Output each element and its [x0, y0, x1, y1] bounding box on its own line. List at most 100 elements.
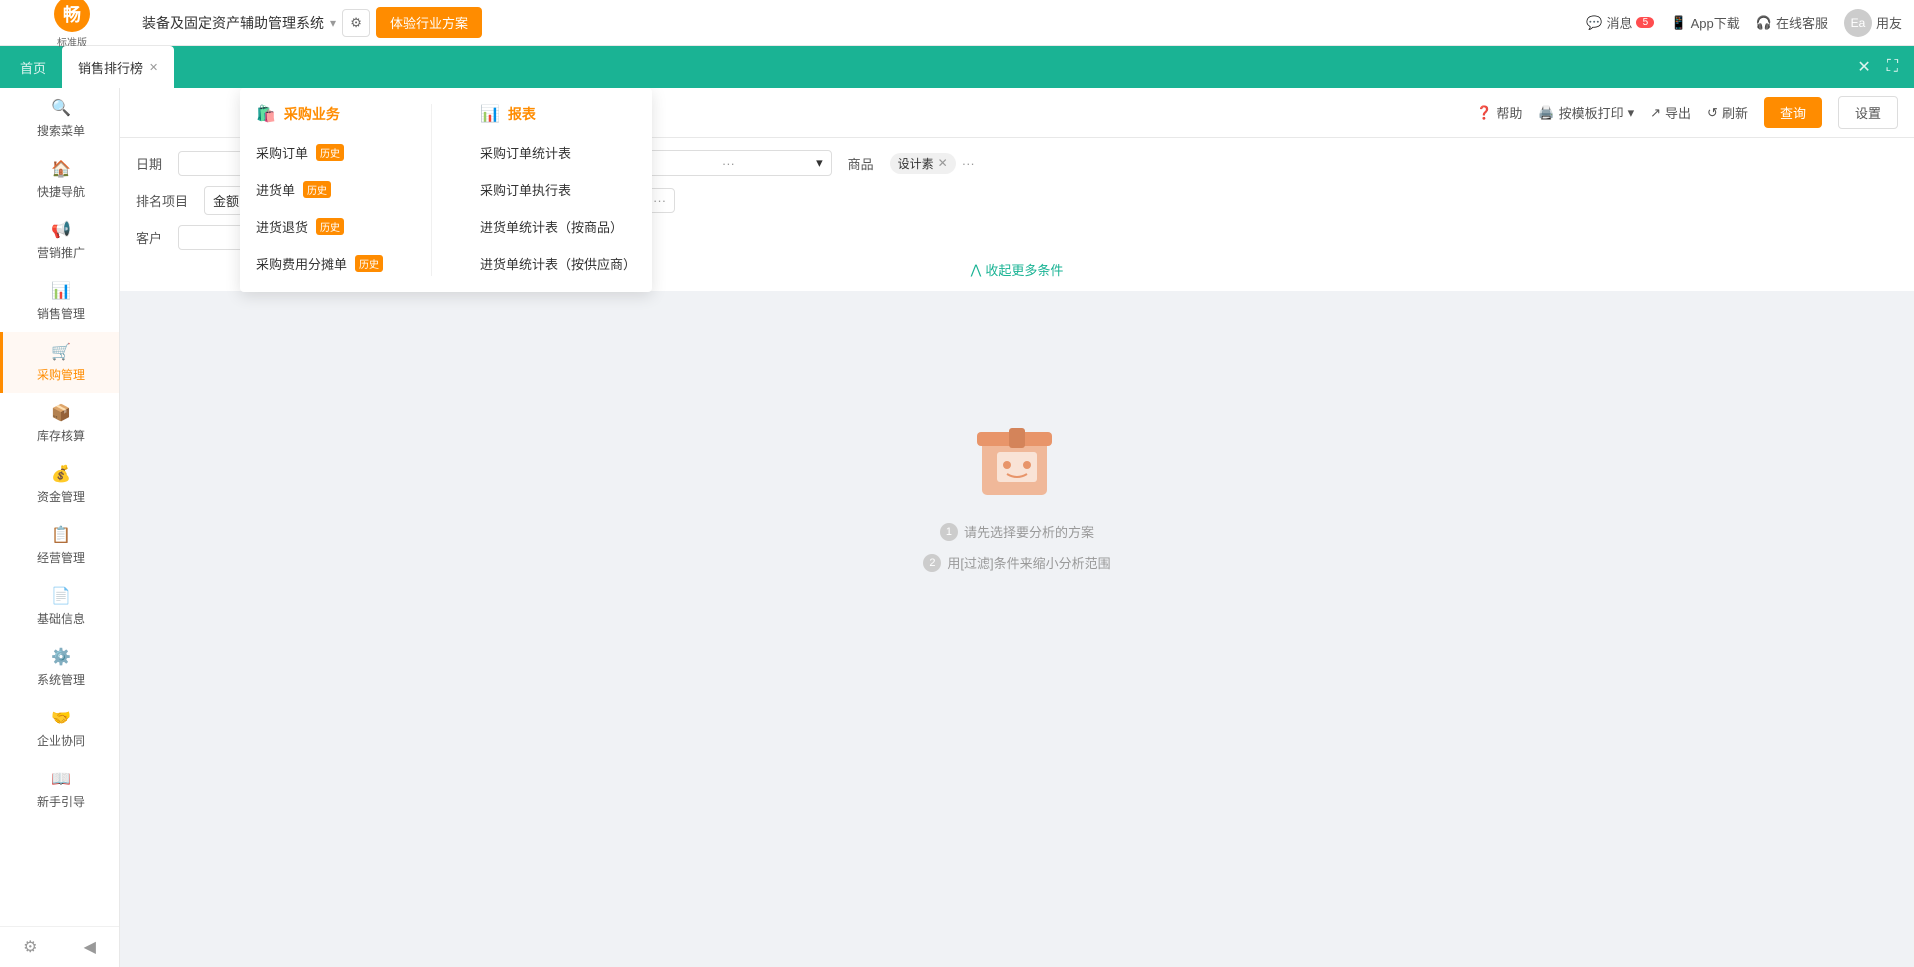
logo-icon: 畅 — [54, 0, 90, 32]
headset-icon: 🎧 — [1756, 15, 1772, 31]
megaphone-icon: 📢 — [51, 220, 71, 240]
tab-close-all-icon[interactable]: ✕ — [1853, 53, 1874, 81]
user-label: 用友 — [1876, 13, 1902, 32]
dropdown-item-stock-by-goods-label: 进货单统计表（按商品） — [480, 217, 623, 236]
print-button[interactable]: 🖨️ 按模板打印 ▾ — [1538, 103, 1634, 122]
sidebar: 🔍 搜索菜单 🏠 快捷导航 📢 营销推广 📊 销售管理 🛒 采购管理 📦 库存核… — [0, 88, 120, 967]
date-filter-label: 日期 — [136, 154, 162, 173]
export-label: 导出 — [1665, 103, 1691, 122]
system-title-area: 装备及固定资产辅助管理系统 ▾ ⚙ 体验行业方案 — [142, 7, 1576, 38]
setting-button[interactable]: 设置 — [1838, 96, 1898, 129]
status-filter-select[interactable]: ··· ▾ — [632, 150, 832, 176]
box-icon: 📦 — [51, 403, 71, 423]
search-icon: 🔍 — [51, 98, 71, 118]
status-filter-arrow: ▾ — [816, 155, 823, 171]
sidebar-item-marketing-label: 营销推广 — [37, 244, 85, 261]
empty-icon — [967, 410, 1067, 510]
sidebar-item-quick-nav[interactable]: 🏠 快捷导航 — [0, 149, 119, 210]
online-service-label: 在线客服 — [1776, 13, 1828, 32]
help-label: 帮助 — [1496, 103, 1522, 122]
ranking-filter-label: 排名项目 — [136, 191, 188, 210]
dropdown-item-stock-by-supplier[interactable]: 进货单统计表（按供应商） — [480, 251, 636, 276]
report-section: 📊 报表 采购订单统计表 采购订单执行表 进货单统计表（按商品） 进货单统计表（… — [480, 104, 636, 276]
dropdown-item-purchase-return[interactable]: 进货退货 历史 — [256, 214, 383, 239]
clipboard-icon: 📋 — [51, 525, 71, 545]
dropdown-item-purchase-expense[interactable]: 采购费用分摊单 历史 — [256, 251, 383, 276]
user-menu[interactable]: Ea 用友 — [1844, 9, 1902, 37]
tab-home[interactable]: 首页 — [4, 46, 62, 88]
settings-icon[interactable]: ⚙ — [342, 9, 370, 37]
purchase-section: 🛍️ 采购业务 采购订单 历史 进货单 历史 进货退货 历史 采购费用分摊单 — [256, 104, 383, 276]
top-right-actions: 💬 消息 5 📱 App下载 🎧 在线客服 Ea 用友 — [1586, 9, 1902, 37]
sidebar-item-newbie[interactable]: 📖 新手引导 — [0, 759, 119, 820]
collapse-button[interactable]: ⋀ 收起更多条件 — [971, 260, 1064, 279]
export-button[interactable]: ↗ 导出 — [1650, 103, 1691, 122]
tab-close-icon[interactable]: ✕ — [149, 61, 158, 74]
trial-button[interactable]: 体验行业方案 — [376, 7, 482, 38]
goods-tag: 设计素 ✕ — [890, 153, 956, 174]
sidebar-item-system-label: 系统管理 — [37, 671, 85, 688]
help-icon: ❓ — [1476, 105, 1492, 121]
sidebar-item-basic-info[interactable]: 📄 基础信息 — [0, 576, 119, 637]
salesperson-filter-dots[interactable]: ··· — [653, 193, 666, 208]
messages-button[interactable]: 💬 消息 5 — [1586, 13, 1654, 32]
dropdown-item-purchase-stock-in[interactable]: 进货单 历史 — [256, 177, 383, 202]
system-title: 装备及固定资产辅助管理系统 — [142, 13, 324, 33]
export-icon: ↗ — [1650, 105, 1661, 121]
sidebar-bottom: ⚙ ◀ — [0, 926, 119, 967]
dropdown-item-purchase-expense-label: 采购费用分摊单 — [256, 254, 347, 273]
chevron-down-icon[interactable]: ▾ — [330, 16, 336, 30]
document-icon: 📄 — [51, 586, 71, 606]
print-icon: 🖨️ — [1538, 105, 1554, 121]
logo-area[interactable]: 畅 标准版 — [12, 0, 132, 49]
help-button[interactable]: ❓ 帮助 — [1476, 103, 1522, 122]
sidebar-item-system[interactable]: ⚙️ 系统管理 — [0, 637, 119, 698]
sidebar-item-purchase[interactable]: 🛒 采购管理 — [0, 332, 119, 393]
main-content: 🛍️ 采购业务 采购订单 历史 进货单 历史 进货退货 历史 采购费用分摊单 — [120, 88, 1914, 967]
goods-tag-label: 设计素 — [898, 155, 934, 172]
tab-maximize-icon[interactable]: ⛶ — [1883, 54, 1902, 80]
sidebar-settings-icon[interactable]: ⚙ — [23, 937, 37, 957]
search-button[interactable]: 查询 — [1764, 97, 1822, 128]
sidebar-collapse-icon[interactable]: ◀ — [84, 937, 96, 957]
sidebar-item-capital-label: 资金管理 — [37, 488, 85, 505]
empty-illustration — [967, 410, 1067, 510]
purchase-section-icon: 🛍️ — [256, 104, 276, 124]
sidebar-item-enterprise[interactable]: 🤝 企业协同 — [0, 698, 119, 759]
tab-sales-ranking-label: 销售排行榜 — [78, 58, 143, 77]
empty-step-2-text: 用[过滤]条件来缩小分析范围 — [947, 553, 1110, 572]
messages-label: 消息 — [1606, 13, 1632, 32]
collapse-label: 收起更多条件 — [985, 260, 1063, 279]
sidebar-item-search[interactable]: 🔍 搜索菜单 — [0, 88, 119, 149]
dropdown-item-order-exec[interactable]: 采购订单执行表 — [480, 177, 636, 202]
empty-step-1-text: 请先选择要分析的方案 — [964, 522, 1094, 541]
sidebar-item-operations[interactable]: 📋 经营管理 — [0, 515, 119, 576]
top-bar: 畅 标准版 装备及固定资产辅助管理系统 ▾ ⚙ 体验行业方案 💬 消息 5 📱 … — [0, 0, 1914, 46]
sidebar-item-sales[interactable]: 📊 销售管理 — [0, 271, 119, 332]
dropdown-item-purchase-order[interactable]: 采购订单 历史 — [256, 140, 383, 165]
status-filter-dots[interactable]: ··· — [722, 156, 735, 171]
dropdown-item-stock-by-goods[interactable]: 进货单统计表（按商品） — [480, 214, 636, 239]
tab-sales-ranking[interactable]: 销售排行榜 ✕ — [62, 46, 174, 88]
dropdown-item-purchase-stock-in-label: 进货单 — [256, 180, 295, 199]
refresh-button[interactable]: ↺ 刷新 — [1707, 103, 1748, 122]
online-service-button[interactable]: 🎧 在线客服 — [1756, 13, 1828, 32]
goods-tag-close-icon[interactable]: ✕ — [938, 156, 948, 170]
sidebar-item-newbie-label: 新手引导 — [37, 793, 85, 810]
message-icon: 💬 — [1586, 15, 1602, 31]
sidebar-item-marketing[interactable]: 📢 营销推广 — [0, 210, 119, 271]
step-1-num: 1 — [940, 523, 958, 541]
history-tag-4: 历史 — [355, 255, 383, 272]
messages-badge: 5 — [1636, 17, 1654, 28]
step-2-num: 2 — [923, 554, 941, 572]
sidebar-item-capital[interactable]: 💰 资金管理 — [0, 454, 119, 515]
customer-filter-label: 客户 — [136, 228, 162, 247]
history-tag-2: 历史 — [303, 181, 331, 198]
chart-icon: 📊 — [51, 281, 71, 301]
dropdown-item-order-stats[interactable]: 采购订单统计表 — [480, 140, 636, 165]
app-download-button[interactable]: 📱 App下载 — [1670, 13, 1739, 32]
print-label: 按模板打印 — [1559, 103, 1624, 122]
sidebar-item-inventory[interactable]: 📦 库存核算 — [0, 393, 119, 454]
goods-filter-dots[interactable]: ··· — [962, 156, 975, 171]
sidebar-item-basic-info-label: 基础信息 — [37, 610, 85, 627]
